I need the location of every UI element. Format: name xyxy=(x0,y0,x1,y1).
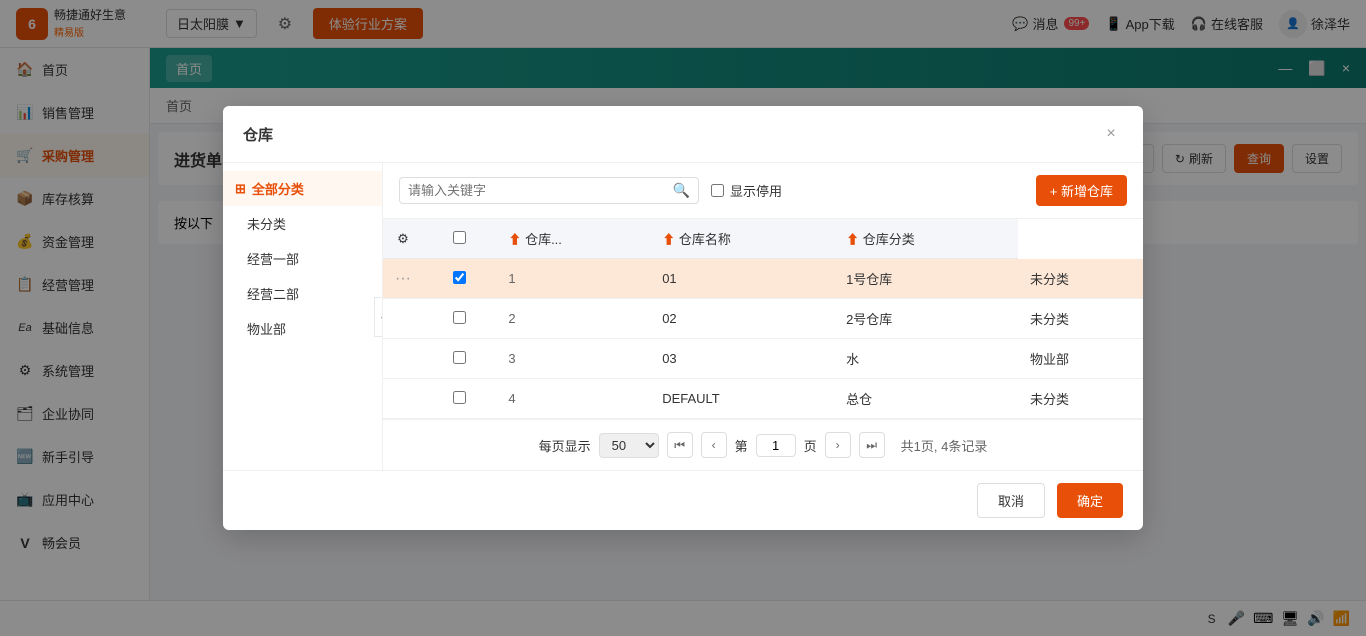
warehouse-table: ⚙ ⬆ 仓库... ⬆ xyxy=(383,219,1143,419)
prev-page-button[interactable]: ‹ xyxy=(701,432,727,458)
page-unit: 页 xyxy=(804,436,817,455)
row-checkbox[interactable] xyxy=(453,311,466,324)
row-checkbox-cell xyxy=(423,379,496,419)
row-category: 物业部 xyxy=(1018,339,1143,379)
col-name[interactable]: ⬆ 仓库名称 xyxy=(650,219,834,259)
all-category[interactable]: ⊞ 全部分类 xyxy=(223,171,382,206)
table-row[interactable]: 4 DEFAULT 总仓 未分类 xyxy=(383,379,1143,419)
row-number: 2 xyxy=(496,299,650,339)
row-name: 2号仓库 xyxy=(834,299,1018,339)
cancel-button[interactable]: 取消 xyxy=(977,483,1045,518)
show-disabled-label[interactable]: 显示停用 xyxy=(711,181,782,200)
row-number: 3 xyxy=(496,339,650,379)
category-uncategorized[interactable]: 未分类 xyxy=(223,206,382,241)
per-page-label: 每页显示 xyxy=(539,436,591,455)
modal-body: ⊞ 全部分类 未分类 经营一部 经营二部 物业部 « 🔍 xyxy=(223,163,1143,470)
row-category: 未分类 xyxy=(1018,299,1143,339)
warehouse-table-wrap: ⚙ ⬆ 仓库... ⬆ xyxy=(383,219,1143,419)
modal-toolbar: 🔍 显示停用 + 新增仓库 xyxy=(383,163,1143,219)
row-number: 4 xyxy=(496,379,650,419)
row-menu-button[interactable]: ··· xyxy=(395,270,411,287)
row-name: 总仓 xyxy=(834,379,1018,419)
modal-footer: 取消 确定 xyxy=(223,470,1143,530)
row-actions: ··· xyxy=(383,259,423,299)
row-name: 1号仓库 xyxy=(834,259,1018,299)
warehouse-modal: 仓库 × ⊞ 全部分类 未分类 经营一部 经营二部 物业部 « xyxy=(223,106,1143,530)
modal-close-button[interactable]: × xyxy=(1099,122,1123,146)
add-warehouse-button[interactable]: + 新增仓库 xyxy=(1036,175,1127,206)
row-actions xyxy=(383,339,423,379)
modal-title: 仓库 xyxy=(243,124,273,145)
row-code: 01 xyxy=(650,259,834,299)
row-code: 02 xyxy=(650,299,834,339)
category-dept1[interactable]: 经营一部 xyxy=(223,241,382,276)
category-panel: ⊞ 全部分类 未分类 经营一部 经营二部 物业部 « xyxy=(223,163,383,470)
row-checkbox[interactable] xyxy=(453,391,466,404)
total-info: 共1页, 4条记录 xyxy=(901,436,988,455)
show-disabled-checkbox[interactable] xyxy=(711,184,724,197)
col-check xyxy=(423,219,496,259)
next-page-button[interactable]: › xyxy=(825,432,851,458)
confirm-button[interactable]: 确定 xyxy=(1057,483,1123,518)
page-text: 第 xyxy=(735,436,748,455)
row-code: 03 xyxy=(650,339,834,379)
category-dept2[interactable]: 经营二部 xyxy=(223,276,382,311)
table-row[interactable]: 3 03 水 物业部 xyxy=(383,339,1143,379)
row-code: DEFAULT xyxy=(650,379,834,419)
row-checkbox-cell xyxy=(423,339,496,379)
row-checkbox-cell xyxy=(423,299,496,339)
table-row[interactable]: 2 02 2号仓库 未分类 xyxy=(383,299,1143,339)
search-input[interactable] xyxy=(408,183,667,198)
modal-overlay[interactable]: 仓库 × ⊞ 全部分类 未分类 经营一部 经营二部 物业部 « xyxy=(0,0,1366,636)
row-category: 未分类 xyxy=(1018,379,1143,419)
row-actions xyxy=(383,299,423,339)
row-number: 1 xyxy=(496,259,650,299)
all-category-label: 全部分类 xyxy=(252,179,304,198)
category-property[interactable]: 物业部 xyxy=(223,311,382,346)
row-category: 未分类 xyxy=(1018,259,1143,299)
search-icon[interactable]: 🔍 xyxy=(673,182,690,199)
current-page-input[interactable] xyxy=(756,434,796,457)
category-collapse-button[interactable]: « xyxy=(374,297,383,337)
grid-icon: ⊞ xyxy=(235,181,246,197)
row-checkbox[interactable] xyxy=(453,351,466,364)
col-gear: ⚙ xyxy=(383,219,423,259)
row-actions xyxy=(383,379,423,419)
row-name: 水 xyxy=(834,339,1018,379)
gear-icon: ⚙ xyxy=(397,231,409,246)
row-checkbox[interactable] xyxy=(453,271,466,284)
modal-pagination: 每页显示 50 10 20 100 ⏮ ‹ 第 页 › ⏭ 共1页, 4条记录 xyxy=(383,419,1143,470)
first-page-button[interactable]: ⏮ xyxy=(667,432,693,458)
col-category[interactable]: ⬆ 仓库分类 xyxy=(834,219,1018,259)
last-page-button[interactable]: ⏭ xyxy=(859,432,885,458)
modal-right: 🔍 显示停用 + 新增仓库 ⚙ xyxy=(383,163,1143,470)
col-code[interactable]: ⬆ 仓库... xyxy=(496,219,650,259)
search-input-wrap: 🔍 xyxy=(399,177,699,204)
modal-header: 仓库 × xyxy=(223,106,1143,163)
show-disabled-text: 显示停用 xyxy=(730,181,782,200)
table-row[interactable]: ··· 1 01 1号仓库 未分类 xyxy=(383,259,1143,299)
per-page-select[interactable]: 50 10 20 100 xyxy=(599,433,659,458)
select-all-checkbox[interactable] xyxy=(453,231,466,244)
row-checkbox-cell xyxy=(423,259,496,299)
